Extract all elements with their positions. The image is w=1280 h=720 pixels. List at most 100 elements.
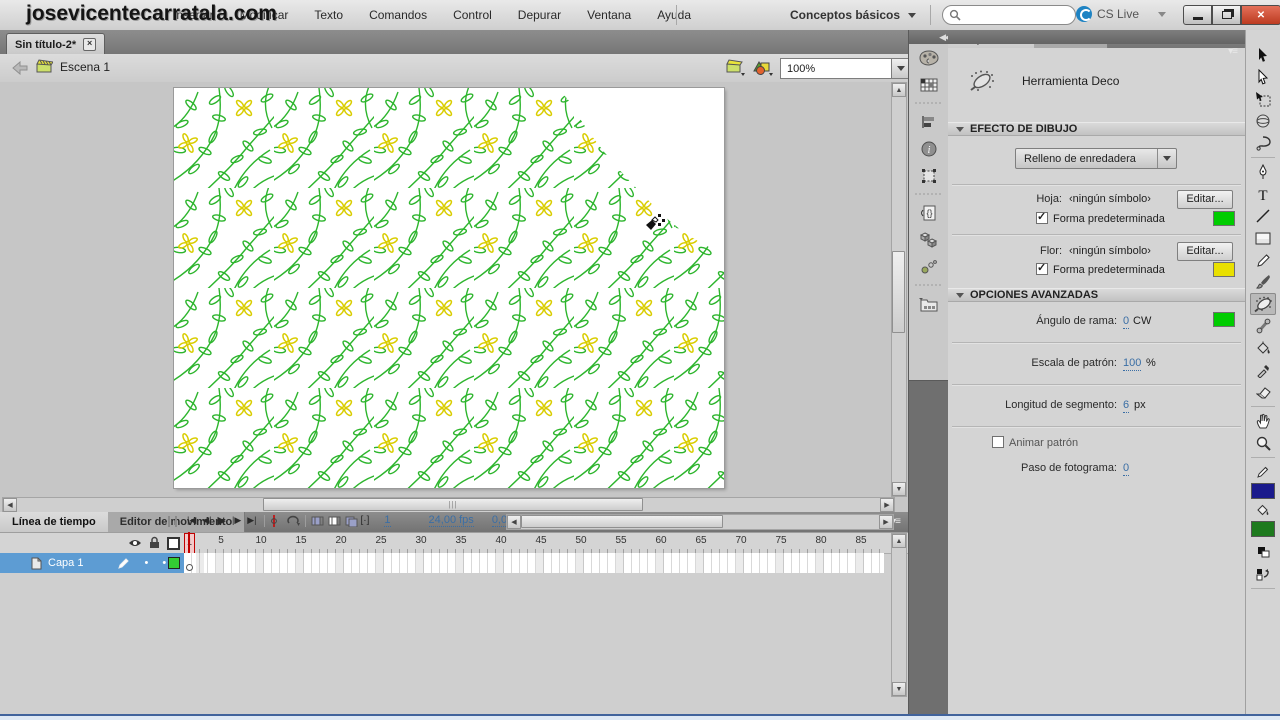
current-frame-value[interactable]: 1 (384, 514, 391, 527)
menu-item-depurar[interactable]: Depurar (505, 8, 574, 22)
timeline-horizontal-scrollbar[interactable]: ◀ ▶ (506, 514, 894, 530)
timeline-empty-area[interactable] (0, 573, 891, 695)
lock-layers-icon[interactable] (149, 536, 160, 549)
lasso-tool[interactable] (1250, 132, 1276, 154)
components-panel-icon[interactable] (909, 226, 949, 253)
scene-breadcrumb[interactable]: Escena 1 (36, 59, 110, 74)
outline-layers-icon[interactable] (167, 537, 180, 550)
section-drawing-effect[interactable]: EFECTO DE DIBUJO (948, 122, 1245, 136)
black-and-white-button[interactable] (1250, 541, 1276, 563)
loop-button[interactable] (286, 515, 300, 526)
text-tool[interactable]: T (1250, 183, 1276, 205)
branch-angle-value[interactable]: 0 (1123, 314, 1130, 329)
stroke-color-swatch[interactable] (1251, 483, 1275, 499)
flower-edit-button[interactable]: Editar... (1177, 242, 1233, 261)
layer-outline-color-swatch[interactable] (168, 557, 180, 569)
menu-item-texto[interactable]: Texto (301, 8, 356, 22)
fill-color-swatch[interactable] (1251, 521, 1275, 537)
code-snippets-panel-icon[interactable]: {} (909, 199, 949, 226)
close-button[interactable]: ✕ (1241, 5, 1280, 25)
animate-pattern-checkbox[interactable]: Animar patrón (992, 436, 1078, 450)
modify-markers-button[interactable]: [·] (358, 515, 373, 526)
restore-button[interactable] (1212, 5, 1241, 25)
leaf-default-shape-checkbox[interactable]: Forma predeterminada (1036, 210, 1165, 226)
selection-tool[interactable] (1250, 44, 1276, 66)
pencil-tool[interactable] (1250, 249, 1276, 271)
zoom-dropdown-button[interactable] (891, 59, 909, 78)
zoom-level-select[interactable]: 100% (780, 58, 910, 79)
layer-name-cell[interactable]: Capa 1 • • (0, 553, 184, 573)
align-panel-icon[interactable] (909, 108, 949, 135)
play-button[interactable]: ▶ (215, 514, 229, 527)
layer-frames-strip[interactable] (184, 553, 884, 574)
line-tool[interactable] (1250, 205, 1276, 227)
scroll-right-icon[interactable]: ▶ (879, 515, 893, 529)
flower-color-swatch[interactable] (1213, 262, 1235, 277)
search-input[interactable] (942, 5, 1076, 25)
leaf-color-swatch[interactable] (1213, 211, 1235, 226)
segment-length-value[interactable]: 6 (1123, 398, 1130, 413)
onion-skin-outlines-button[interactable] (328, 515, 341, 527)
fill-color-bucket-icon[interactable] (1250, 499, 1276, 521)
show-hide-layers-icon[interactable] (128, 538, 142, 548)
deco-tool[interactable] (1250, 293, 1276, 315)
bone-tool[interactable] (1250, 315, 1276, 337)
swap-colors-button[interactable] (1250, 563, 1276, 585)
panel-menu-icon[interactable]: ▾≡ (1228, 46, 1238, 57)
subselection-tool[interactable] (1250, 66, 1276, 88)
layer-visible-dot[interactable]: • (144, 557, 148, 569)
rectangle-tool[interactable] (1250, 227, 1276, 249)
scroll-up-icon[interactable]: ▲ (892, 83, 906, 97)
brush-tool[interactable] (1250, 271, 1276, 293)
canvas-vertical-scrollbar[interactable]: ▲ ▼ (891, 82, 907, 497)
paint-bucket-tool[interactable] (1250, 337, 1276, 359)
back-arrow-icon[interactable] (12, 61, 28, 75)
eraser-tool[interactable] (1250, 381, 1276, 403)
pane-splitter-grip[interactable] (168, 516, 177, 527)
timeline-vertical-scrollbar[interactable]: ▲ ▼ (891, 533, 907, 697)
scroll-left-icon[interactable]: ◀ (507, 515, 521, 529)
workspace-switcher-button[interactable]: Conceptos básicos (790, 0, 917, 30)
pen-tool[interactable] (1250, 161, 1276, 183)
project-panel-icon[interactable] (909, 290, 949, 317)
frame-step-value[interactable]: 0 (1123, 461, 1130, 476)
info-panel-icon[interactable]: i (909, 135, 949, 162)
section-advanced-options[interactable]: OPCIONES AVANZADAS (948, 288, 1245, 302)
document-tab[interactable]: Sin título-2* × (6, 33, 106, 55)
empty-keyframe-icon[interactable] (186, 564, 193, 571)
edit-symbols-button[interactable] (752, 59, 774, 76)
layer-row[interactable]: Capa 1 • • (0, 553, 908, 574)
scroll-up-icon[interactable]: ▲ (892, 534, 906, 548)
step-back-button[interactable]: ◀| (199, 515, 214, 526)
canvas-horizontal-scrollbar[interactable]: ◀ ||| ▶ (2, 497, 895, 512)
minimize-button[interactable] (1183, 5, 1212, 25)
stroke-color-pencil-icon[interactable] (1250, 461, 1276, 483)
frame-rate-value[interactable]: 24,00 fps (428, 514, 474, 527)
menu-item-ventana[interactable]: Ventana (574, 8, 644, 22)
scroll-right-icon[interactable]: ▶ (880, 498, 894, 512)
layer-lock-dot[interactable]: • (162, 557, 166, 569)
transform-panel-icon[interactable] (909, 162, 949, 189)
frame-ruler[interactable]: 5 10 15 20 25 30 35 40 45 50 55 60 65 70 75 80 85 (184, 533, 884, 553)
leaf-edit-button[interactable]: Editar... (1177, 190, 1233, 209)
scrollbar-thumb[interactable] (892, 251, 905, 333)
layer-name[interactable]: Capa 1 (48, 557, 83, 569)
edit-multiple-frames-button[interactable] (345, 515, 358, 527)
swatches-panel-icon[interactable] (909, 71, 949, 98)
motion-presets-panel-icon[interactable] (909, 253, 949, 280)
pattern-scale-value[interactable]: 100 (1123, 356, 1142, 371)
stage[interactable] (174, 88, 724, 488)
menu-item-comandos[interactable]: Comandos (356, 8, 440, 22)
scrollbar-thumb[interactable]: ||| (263, 498, 643, 511)
onion-skin-button[interactable] (311, 515, 324, 527)
branch-color-swatch[interactable] (1213, 312, 1235, 327)
cs-live-button[interactable]: CS Live (1076, 6, 1167, 22)
3d-rotation-tool[interactable] (1250, 110, 1276, 132)
flower-default-shape-checkbox[interactable]: Forma predeterminada (1036, 261, 1165, 277)
scroll-down-icon[interactable]: ▼ (892, 682, 906, 696)
vine-pattern-artwork[interactable] (174, 88, 724, 488)
effect-dropdown-button[interactable] (1157, 149, 1176, 168)
scroll-left-icon[interactable]: ◀ (3, 498, 17, 512)
scroll-down-icon[interactable]: ▼ (892, 482, 906, 496)
close-document-icon[interactable]: × (83, 38, 97, 51)
